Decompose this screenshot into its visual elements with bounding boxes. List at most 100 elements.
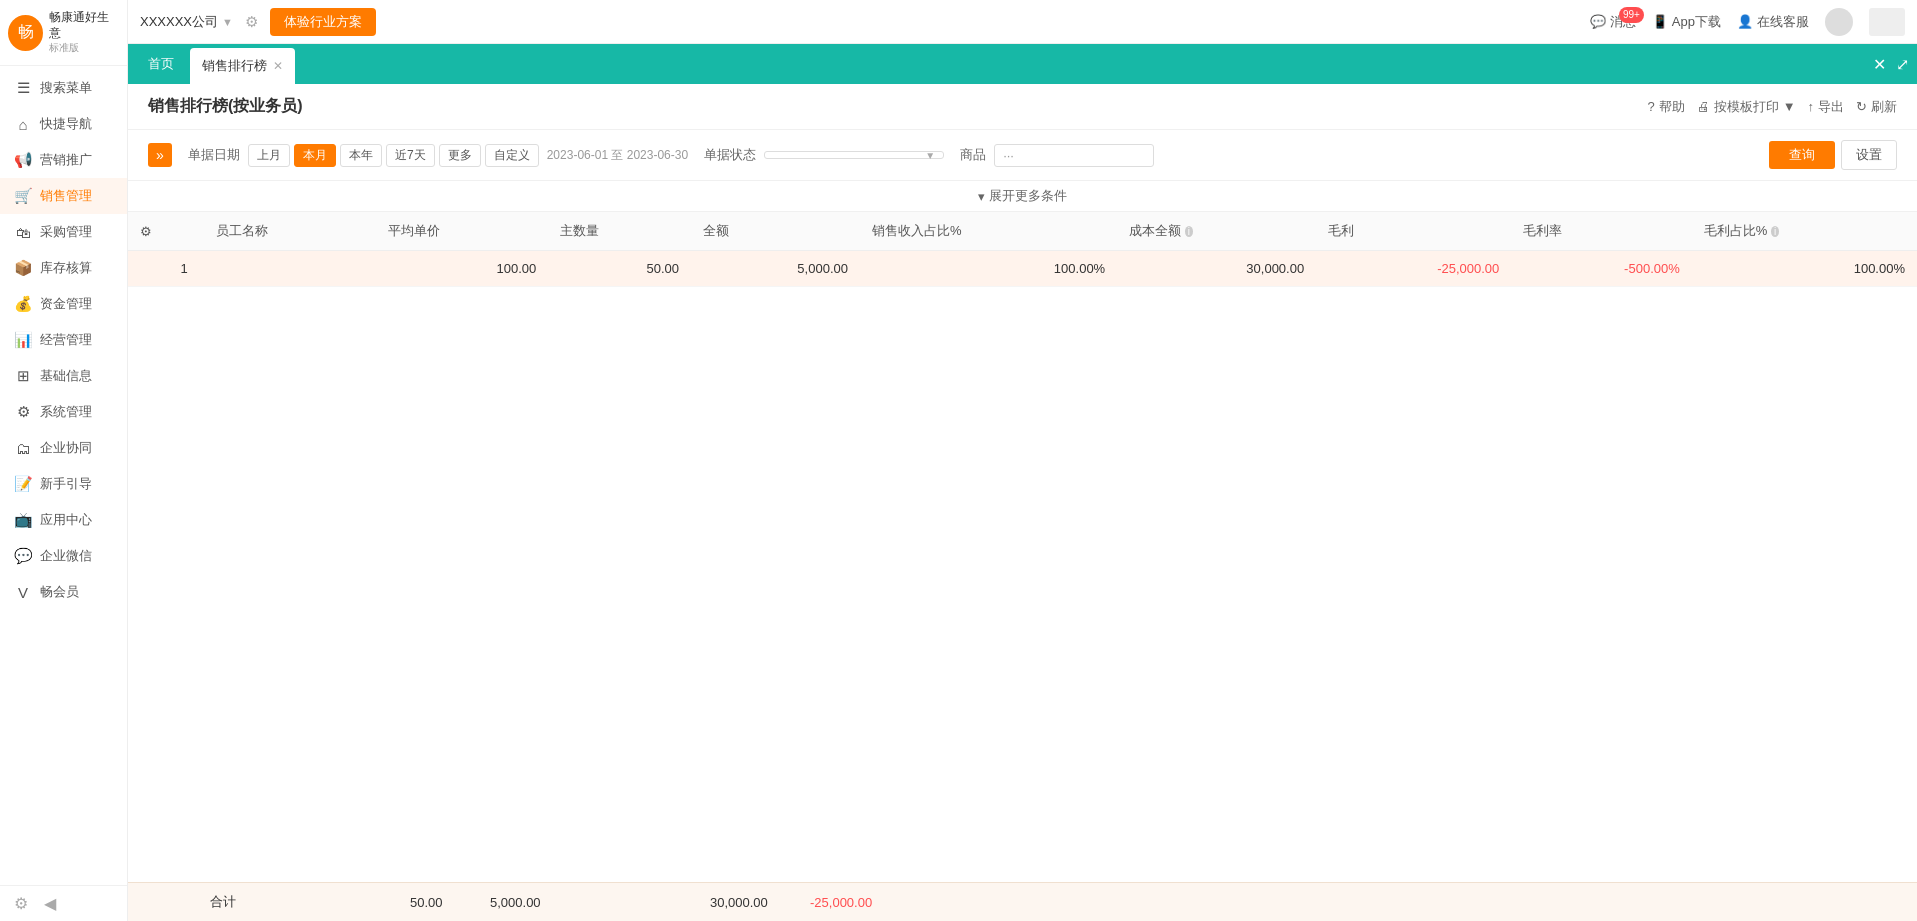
topbar: XXXXXX公司 ▼ ⚙ 体验行业方案 💬 消息 99+ 📱 App下载 👤 在…	[128, 0, 1917, 44]
user-name-area[interactable]	[1869, 8, 1905, 36]
date-btn-custom[interactable]: 自定义	[485, 144, 539, 167]
system-icon: ⚙	[14, 403, 32, 421]
sidebar-item-inventory[interactable]: 📦 库存核算	[0, 250, 127, 286]
col-qty: 主数量	[548, 212, 691, 251]
sidebar-item-system[interactable]: ⚙ 系统管理	[0, 394, 127, 430]
sidebar-item-purchase[interactable]: 🛍 采购管理	[0, 214, 127, 250]
goods-filter-label: 商品	[960, 146, 986, 164]
sidebar-item-quick-nav[interactable]: ⌂ 快捷导航	[0, 106, 127, 142]
filter-expand-arrow[interactable]: »	[148, 143, 172, 167]
date-btn-this-year[interactable]: 本年	[340, 144, 382, 167]
guide-icon: 📝	[14, 475, 32, 493]
expand-label: 展开更多条件	[989, 187, 1067, 205]
app-center-label: 应用中心	[40, 511, 92, 529]
row-rank: 1	[164, 251, 204, 287]
sidebar-nav: ☰ 搜索菜单 ⌂ 快捷导航 📢 营销推广 🛒 销售管理 🛍 采购管理 📦 库存核…	[0, 66, 127, 885]
refresh-icon: ↻	[1856, 99, 1867, 114]
status-filter-group: 单据状态 ▼	[704, 146, 944, 164]
table-header-row: ⚙ 员工名称 平均单价 主数量 全额 销售收入占比% 成本全额 i 毛利 毛利率…	[128, 212, 1917, 251]
trial-btn[interactable]: 体验行业方案	[270, 8, 376, 36]
sidebar-item-guide[interactable]: 📝 新手引导	[0, 466, 127, 502]
date-filter-buttons: 上月 本月 本年 近7天 更多 自定义	[248, 144, 539, 167]
message-badge: 99+	[1619, 7, 1644, 23]
tab-close-icon[interactable]: ✕	[273, 59, 283, 73]
online-service-btn[interactable]: 👤 在线客服	[1737, 13, 1809, 31]
basic-info-icon: ⊞	[14, 367, 32, 385]
row-employee	[204, 251, 376, 287]
collapse-sidebar-icon[interactable]: ◀	[44, 894, 56, 913]
sidebar-item-sales[interactable]: 🛒 销售管理	[0, 178, 127, 214]
settings-btn[interactable]: 设置	[1841, 140, 1897, 170]
goods-input[interactable]: ···	[994, 144, 1154, 167]
footer-gross: -25,000.00	[810, 895, 910, 910]
sidebar-item-enterprise[interactable]: 🗂 企业协同	[0, 430, 127, 466]
filter-bar: » 单据日期 上月 本月 本年 近7天 更多 自定义 2023-06-01 至 …	[128, 130, 1917, 181]
avatar[interactable]	[1825, 8, 1853, 36]
status-select-arrow-icon: ▼	[925, 150, 935, 161]
topbar-gear-icon[interactable]: ⚙	[245, 13, 258, 31]
message-icon: 💬	[1590, 14, 1606, 29]
date-btn-7days[interactable]: 近7天	[386, 144, 435, 167]
help-btn[interactable]: ? 帮助	[1647, 98, 1684, 116]
company-selector[interactable]: XXXXXX公司 ▼	[140, 13, 233, 31]
filter-expand-bar[interactable]: ▾ 展开更多条件	[128, 181, 1917, 212]
sidebar-item-app-center[interactable]: 📺 应用中心	[0, 502, 127, 538]
row-setting	[128, 251, 164, 287]
tab-window-close-icon[interactable]: ✕	[1873, 55, 1886, 74]
sidebar-item-member[interactable]: V 畅会员	[0, 574, 127, 610]
sidebar-item-wechat[interactable]: 💬 企业微信	[0, 538, 127, 574]
sidebar-logo: 畅 畅康通好生意 标准版	[0, 0, 127, 66]
settings-icon[interactable]: ⚙	[14, 894, 28, 913]
message-btn[interactable]: 💬 消息 99+	[1590, 13, 1636, 31]
sidebar-item-search-order[interactable]: ☰ 搜索菜单	[0, 70, 127, 106]
app-center-icon: 📺	[14, 511, 32, 529]
quick-nav-label: 快捷导航	[40, 115, 92, 133]
expand-chevron-icon: ▾	[978, 189, 985, 204]
sidebar-item-marketing[interactable]: 📢 营销推广	[0, 142, 127, 178]
app-version: 标准版	[49, 41, 119, 55]
col-settings[interactable]: ⚙	[128, 212, 164, 251]
footer-cost: 30,000.00	[710, 895, 810, 910]
table-wrap: ⚙ 员工名称 平均单价 主数量 全额 销售收入占比% 成本全额 i 毛利 毛利率…	[128, 212, 1917, 882]
data-table: ⚙ 员工名称 平均单价 主数量 全额 销售收入占比% 成本全额 i 毛利 毛利率…	[128, 212, 1917, 287]
marketing-label: 营销推广	[40, 151, 92, 169]
footer-qty: 50.00	[410, 895, 490, 910]
date-btn-last-month[interactable]: 上月	[248, 144, 290, 167]
app-logo-icon: 畅	[8, 15, 43, 51]
col-gross-pct: 毛利占比% i	[1692, 212, 1917, 251]
export-btn[interactable]: ↑ 导出	[1808, 98, 1845, 116]
marketing-icon: 📢	[14, 151, 32, 169]
sidebar-item-finance[interactable]: 💰 资金管理	[0, 286, 127, 322]
app-download-btn[interactable]: 📱 App下载	[1652, 13, 1721, 31]
online-service-label: 在线客服	[1757, 13, 1809, 31]
status-select[interactable]: ▼	[764, 151, 944, 159]
date-btn-this-month[interactable]: 本月	[294, 144, 336, 167]
refresh-btn[interactable]: ↻ 刷新	[1856, 98, 1897, 116]
query-btn[interactable]: 查询	[1769, 141, 1835, 169]
tabbar: 首页 销售排行榜 ✕ ✕ ⤢	[128, 44, 1917, 84]
page-header: 销售排行榜(按业务员) ? 帮助 🖨 按模板打印 ▼ ↑ 导出 ↻ 刷新	[128, 84, 1917, 130]
tab-home[interactable]: 首页	[132, 44, 190, 84]
status-filter-label: 单据状态	[704, 146, 756, 164]
system-label: 系统管理	[40, 403, 92, 421]
col-employee: 员工名称	[204, 212, 376, 251]
tab-sales-ranking[interactable]: 销售排行榜 ✕	[190, 48, 295, 84]
date-btn-more[interactable]: 更多	[439, 144, 481, 167]
wechat-icon: 💬	[14, 547, 32, 565]
sidebar-item-basic-info[interactable]: ⊞ 基础信息	[0, 358, 127, 394]
inventory-label: 库存核算	[40, 259, 92, 277]
row-amount: 5,000.00	[691, 251, 860, 287]
operation-label: 经营管理	[40, 331, 92, 349]
print-btn[interactable]: 🖨 按模板打印 ▼	[1697, 98, 1796, 116]
col-avg-price: 平均单价	[376, 212, 548, 251]
sidebar-item-operation[interactable]: 📊 经营管理	[0, 322, 127, 358]
finance-label: 资金管理	[40, 295, 92, 313]
enterprise-label: 企业协同	[40, 439, 92, 457]
member-label: 畅会员	[40, 583, 79, 601]
search-order-label: 搜索菜单	[40, 79, 92, 97]
online-service-icon: 👤	[1737, 14, 1753, 29]
basic-info-label: 基础信息	[40, 367, 92, 385]
sidebar-footer: ⚙ ◀	[0, 885, 127, 921]
main-area: XXXXXX公司 ▼ ⚙ 体验行业方案 💬 消息 99+ 📱 App下载 👤 在…	[128, 0, 1917, 921]
tab-window-expand-icon[interactable]: ⤢	[1896, 55, 1909, 74]
